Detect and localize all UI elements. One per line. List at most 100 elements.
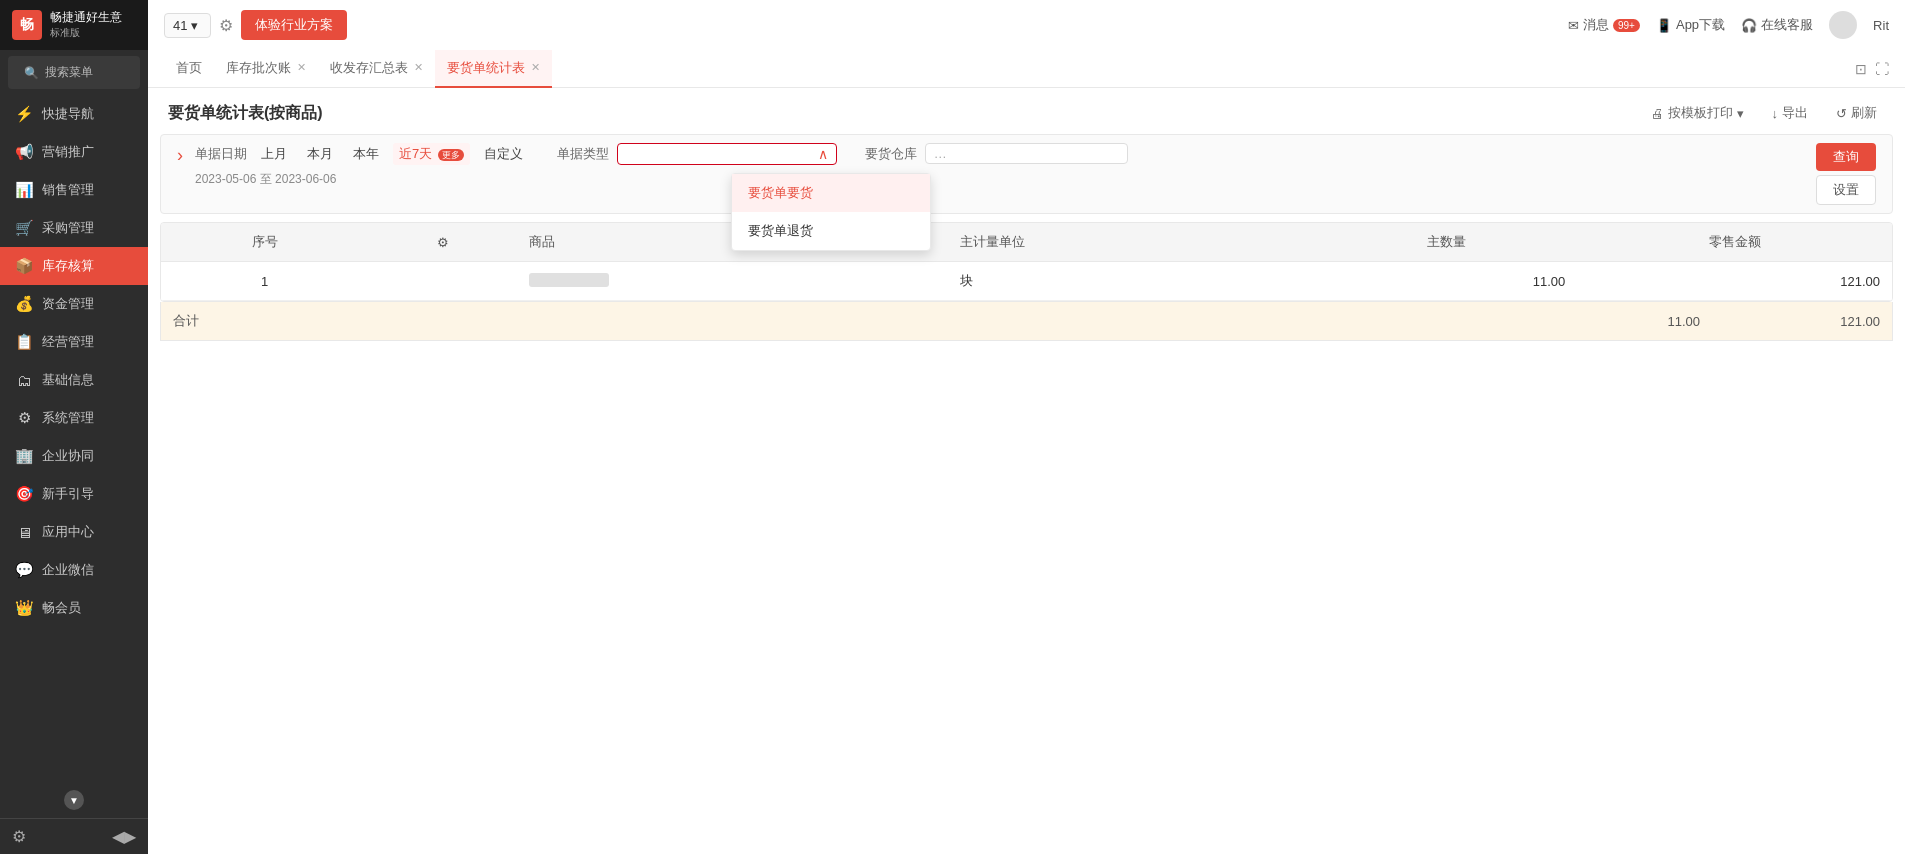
col-qty: 主数量 <box>1316 223 1577 262</box>
sidebar-item-finance[interactable]: 💰 资金管理 <box>0 285 148 323</box>
tab-close-summary[interactable]: ✕ <box>414 61 423 74</box>
type-label: 单据类型 <box>557 145 609 163</box>
main-content: 41 ▾ ⚙ 体验行业方案 ✉ 消息 99+ 📱 App下载 🎧 在线客服 Ri… <box>148 0 1905 854</box>
filter-type-group: 单据类型 ∧ <box>557 143 837 165</box>
warehouse-input[interactable] <box>951 146 1119 161</box>
dropdown-item-order-return[interactable]: 要货单退货 <box>732 212 930 250</box>
logo-icon: 畅 <box>12 10 42 40</box>
type-input-wrap[interactable]: ∧ <box>617 143 837 165</box>
type-dropdown: 要货单要货 要货单退货 <box>731 173 931 251</box>
username-text: Rit <box>1873 18 1889 33</box>
collapse-toggle-icon[interactable]: ◀▶ <box>112 827 136 846</box>
guide-icon: 🎯 <box>14 484 34 504</box>
sidebar-item-wechat[interactable]: 💬 企业微信 <box>0 551 148 589</box>
sidebar-item-marketing[interactable]: 📢 营销推广 <box>0 133 148 171</box>
table-gear-icon[interactable]: ⚙ <box>437 235 449 250</box>
date-custom-btn[interactable]: 自定义 <box>478 143 529 165</box>
topbar-left: 41 ▾ ⚙ 体验行业方案 <box>164 10 347 40</box>
sidebar-item-purchase[interactable]: 🛒 采购管理 <box>0 209 148 247</box>
filter-settings-btn[interactable]: 设置 <box>1816 175 1876 205</box>
col-amount: 零售金额 <box>1577 223 1892 262</box>
sidebar: 畅 畅捷通好生意 标准版 🔍 搜索菜单 ⚡ 快捷导航 📢 营销推广 📊 销售管理… <box>0 0 148 854</box>
purchase-icon: 🛒 <box>14 218 34 238</box>
filter-date-group: 单据日期 上月 本月 本年 近7天 更多 自定义 2023-05-06 至 20… <box>195 143 529 188</box>
phone-icon: 📱 <box>1656 18 1672 33</box>
sidebar-scroll-down[interactable]: ▼ <box>64 790 84 810</box>
export-icon: ↓ <box>1772 106 1779 121</box>
data-table-wrap: 序号 ⚙ 商品 主计量单位 主数量 零售金额 1 块 11.00 <box>160 222 1893 302</box>
sidebar-logo: 畅 畅捷通好生意 标准版 <box>0 0 148 50</box>
operation-icon: 📋 <box>14 332 34 352</box>
warehouse-input-wrap[interactable]: … <box>925 143 1128 164</box>
sidebar-item-enterprise[interactable]: 🏢 企业协同 <box>0 437 148 475</box>
enterprise-icon: 🏢 <box>14 446 34 466</box>
settings-icon[interactable]: ⚙ <box>12 827 26 846</box>
sidebar-item-guide[interactable]: 🎯 新手引导 <box>0 475 148 513</box>
sidebar-item-system[interactable]: ⚙ 系统管理 <box>0 399 148 437</box>
shortcut-icon: ⚡ <box>14 104 34 124</box>
sidebar-item-inventory[interactable]: 📦 库存核算 <box>0 247 148 285</box>
topbar: 41 ▾ ⚙ 体验行业方案 ✉ 消息 99+ 📱 App下载 🎧 在线客服 Ri… <box>148 0 1905 50</box>
cell-qty: 11.00 <box>1316 262 1577 301</box>
sidebar-bottom: ⚙ ◀▶ <box>0 818 148 854</box>
table-row: 1 块 11.00 121.00 <box>161 262 1892 301</box>
dropdown-item-order-goods[interactable]: 要货单要货 <box>732 174 930 212</box>
export-btn[interactable]: ↓ 导出 <box>1764 100 1817 126</box>
clear-type-icon[interactable]: ∧ <box>818 146 828 162</box>
tab-batch[interactable]: 库存批次账 ✕ <box>214 50 318 88</box>
appstore-icon: 🖥 <box>14 522 34 542</box>
filter-toggle-btn[interactable]: › <box>177 145 183 166</box>
filter-actions: 查询 设置 <box>1816 143 1876 205</box>
tab-expand-btn[interactable]: ⊡ <box>1855 61 1867 77</box>
tab-summary[interactable]: 收发存汇总表 ✕ <box>318 50 435 88</box>
col-settings[interactable]: ⚙ <box>368 223 517 262</box>
cell-goods <box>517 262 948 301</box>
print-btn[interactable]: 🖨 按模板打印 ▾ <box>1643 100 1752 126</box>
sidebar-search-btn[interactable]: 🔍 搜索菜单 <box>8 56 140 89</box>
hot-badge: 更多 <box>438 149 464 161</box>
data-table: 序号 ⚙ 商品 主计量单位 主数量 零售金额 1 块 11.00 <box>161 223 1892 301</box>
sidebar-item-shortcut[interactable]: ⚡ 快捷导航 <box>0 95 148 133</box>
sidebar-nav: ⚡ 快捷导航 📢 营销推广 📊 销售管理 🛒 采购管理 📦 库存核算 💰 资金管… <box>0 95 148 786</box>
app-download-btn[interactable]: 📱 App下载 <box>1656 16 1725 34</box>
message-icon: ✉ <box>1568 18 1579 33</box>
date-range-text: 2023-05-06 至 2023-06-06 <box>195 171 336 188</box>
tab-home[interactable]: 首页 <box>164 50 214 88</box>
date-7days-btn[interactable]: 近7天 更多 <box>393 143 470 165</box>
date-this-year-btn[interactable]: 本年 <box>347 143 385 165</box>
tab-close-batch[interactable]: ✕ <box>297 61 306 74</box>
wechat-icon: 💬 <box>14 560 34 580</box>
date-this-month-btn[interactable]: 本月 <box>301 143 339 165</box>
company-selector[interactable]: 41 ▾ <box>164 13 211 38</box>
message-btn[interactable]: ✉ 消息 99+ <box>1568 16 1640 34</box>
date-last-month-btn[interactable]: 上月 <box>255 143 293 165</box>
query-btn[interactable]: 查询 <box>1816 143 1876 171</box>
trial-btn[interactable]: 体验行业方案 <box>241 10 347 40</box>
sidebar-item-sales[interactable]: 📊 销售管理 <box>0 171 148 209</box>
gear-icon[interactable]: ⚙ <box>219 16 233 35</box>
filter-date-range-row: 2023-05-06 至 2023-06-06 <box>195 171 529 188</box>
inventory-icon: 📦 <box>14 256 34 276</box>
sidebar-item-basic[interactable]: 🗂 基础信息 <box>0 361 148 399</box>
type-input[interactable] <box>626 147 818 162</box>
sidebar-item-member[interactable]: 👑 畅会员 <box>0 589 148 627</box>
filter-warehouse-group: 要货仓库 … <box>865 143 1128 164</box>
filter-bar: › 单据日期 上月 本月 本年 近7天 更多 自定义 2023-05-06 至 … <box>160 134 1893 214</box>
system-icon: ⚙ <box>14 408 34 428</box>
refresh-btn[interactable]: ↺ 刷新 <box>1828 100 1885 126</box>
page-content: 要货单统计表(按商品) 🖨 按模板打印 ▾ ↓ 导出 ↺ 刷新 › <box>148 88 1905 854</box>
tab-fullscreen-btn[interactable]: ⛶ <box>1875 61 1889 77</box>
user-avatar[interactable] <box>1829 11 1857 39</box>
tab-close-order-stat[interactable]: ✕ <box>531 61 540 74</box>
cell-index: 1 <box>161 262 368 301</box>
sidebar-item-appstore[interactable]: 🖥 应用中心 <box>0 513 148 551</box>
sales-icon: 📊 <box>14 180 34 200</box>
tab-order-stat[interactable]: 要货单统计表 ✕ <box>435 50 552 88</box>
service-btn[interactable]: 🎧 在线客服 <box>1741 16 1813 34</box>
ellipsis-icon: … <box>934 146 947 161</box>
footer-amount: 121.00 <box>1720 314 1880 329</box>
footer-qty: 11.00 <box>1560 314 1720 329</box>
goods-blurred <box>529 273 609 287</box>
refresh-icon: ↺ <box>1836 106 1847 121</box>
sidebar-item-operation[interactable]: 📋 经营管理 <box>0 323 148 361</box>
